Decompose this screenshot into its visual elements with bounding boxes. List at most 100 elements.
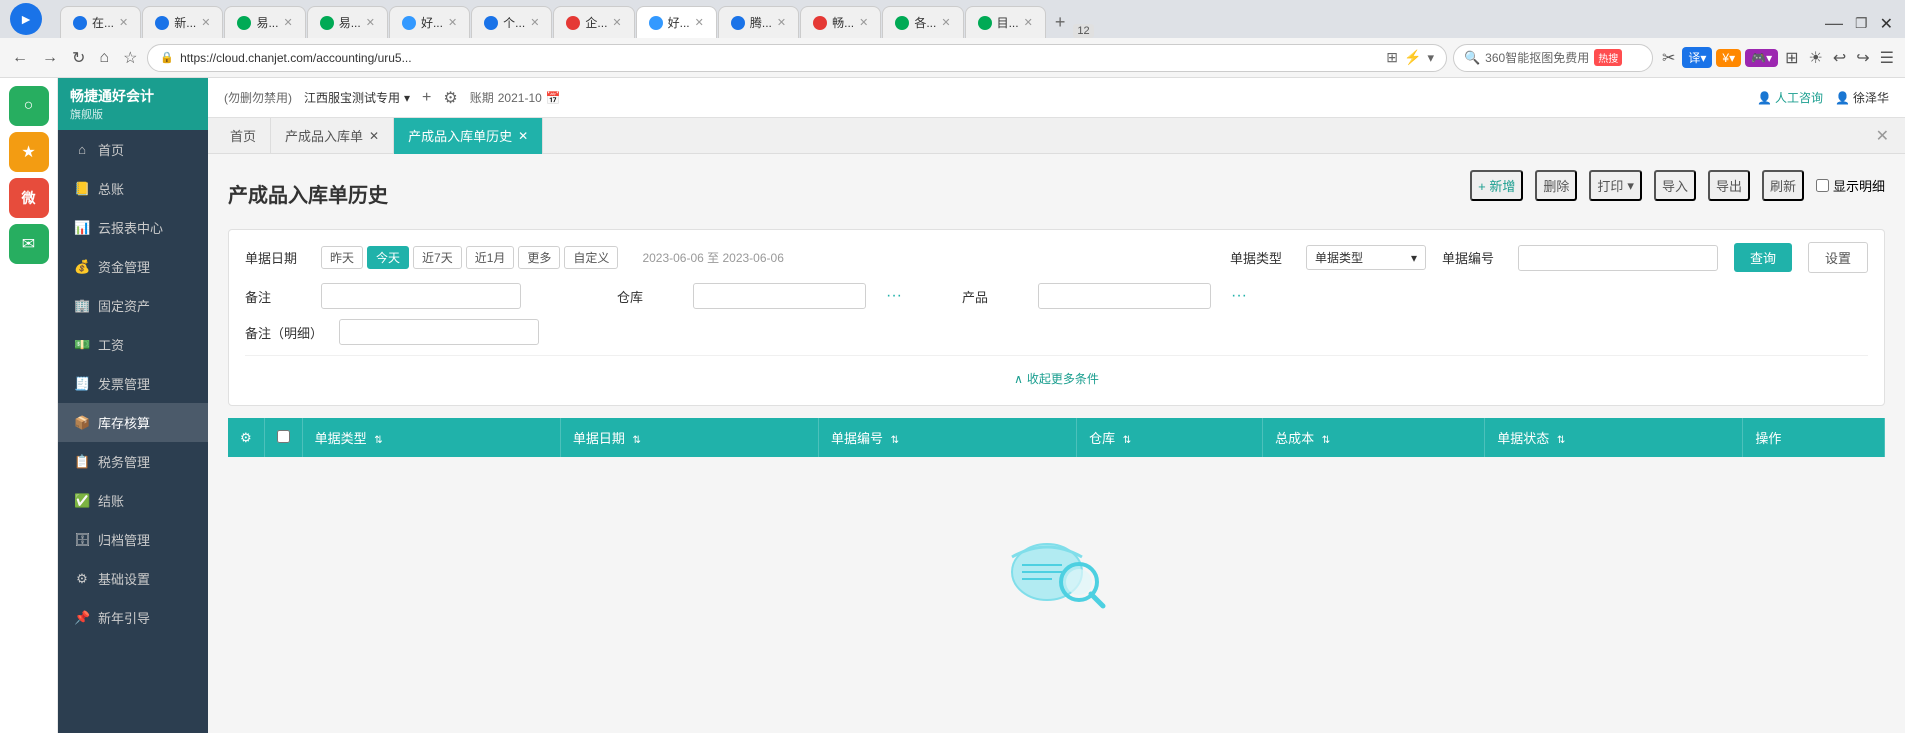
print-button[interactable]: 打印 ▾ (1589, 170, 1642, 201)
home-button[interactable]: ⌂ (95, 45, 113, 71)
game-button[interactable]: 🎮▾ (1745, 49, 1778, 67)
refresh-button[interactable]: ↻ (68, 44, 89, 72)
tab-close-4[interactable]: ✕ (366, 16, 375, 29)
tab-9[interactable]: 腾... ✕ (718, 6, 799, 38)
tab-close-6[interactable]: ✕ (530, 16, 539, 29)
page-tab-home[interactable]: 首页 (216, 118, 271, 154)
tab-10[interactable]: 畅... ✕ (800, 6, 881, 38)
app-icon-weibo[interactable]: 微 (9, 178, 49, 218)
nav-item-base[interactable]: ⚙ 基础设置 (58, 559, 208, 598)
search-bar[interactable]: 🔍 360智能抠图免费用 热搜 (1453, 44, 1653, 72)
filter-setting-button[interactable]: 设置 (1808, 242, 1868, 273)
nav-item-ledger[interactable]: 📒 总账 (58, 169, 208, 208)
address-bar[interactable]: 🔒 https://cloud.chanjet.com/accounting/u… (147, 44, 1447, 72)
th-doc-status[interactable]: 单据状态 ⇅ (1485, 418, 1743, 457)
page-tab-list-close[interactable]: ✕ (369, 129, 379, 143)
new-tab-button[interactable]: + (1047, 6, 1074, 38)
tab-8[interactable]: 好... ✕ (636, 6, 717, 38)
forward-button[interactable]: → (38, 45, 62, 71)
th-warehouse[interactable]: 仓库 ⇅ (1077, 418, 1263, 457)
th-doc-date[interactable]: 单据日期 ⇅ (560, 418, 818, 457)
tab-count-badge[interactable]: 12 (1073, 24, 1093, 38)
tab-close-7[interactable]: ✕ (612, 16, 621, 29)
page-panel-close-button[interactable]: ✕ (1868, 122, 1897, 150)
page-tab-inventory-list[interactable]: 产成品入库单 ✕ (271, 118, 394, 154)
new-button[interactable]: + 新增 (1470, 170, 1523, 201)
th-total-cost[interactable]: 总成本 ⇅ (1263, 418, 1485, 457)
th-checkbox[interactable] (264, 418, 302, 457)
tab-5[interactable]: 好... ✕ (389, 6, 470, 38)
brightness-button[interactable]: ☀ (1806, 45, 1826, 71)
tab-4[interactable]: 易... ✕ (307, 6, 388, 38)
table-select-all-checkbox[interactable] (277, 430, 290, 443)
tab-close-12[interactable]: ✕ (1024, 16, 1033, 29)
tab-close-2[interactable]: ✕ (201, 16, 210, 29)
warehouse-more-icon[interactable]: ··· (882, 287, 906, 305)
topbar-add-button[interactable]: + (422, 89, 431, 107)
date-btn-custom[interactable]: 自定义 (564, 246, 618, 269)
grid-view-button[interactable]: ⊞ (1782, 45, 1801, 71)
translate-button[interactable]: 译▾ (1682, 47, 1712, 68)
nav-item-tax[interactable]: 📋 税务管理 (58, 442, 208, 481)
import-button[interactable]: 导入 (1654, 170, 1696, 201)
th-gear[interactable]: ⚙ (228, 418, 264, 457)
refresh-action-button[interactable]: 刷新 (1762, 170, 1804, 201)
doc-type-select[interactable]: 单据类型 ▾ (1306, 245, 1426, 270)
show-details-toggle[interactable]: 显示明细 (1816, 176, 1885, 195)
forward2-button[interactable]: ↪ (1853, 45, 1872, 71)
tab-6[interactable]: 个... ✕ (471, 6, 552, 38)
page-tab-inventory-history[interactable]: 产成品入库单历史 ✕ (394, 118, 543, 154)
app-icon-green[interactable]: ○ (9, 86, 49, 126)
app-icon-mail[interactable]: ✉ (9, 224, 49, 264)
tab-close-9[interactable]: ✕ (777, 16, 786, 29)
table-gear-icon[interactable]: ⚙ (240, 430, 252, 445)
dropdown-icon[interactable]: ▾ (1427, 50, 1434, 66)
remark-input[interactable] (321, 283, 521, 309)
detail-remark-input[interactable] (339, 319, 539, 345)
nav-item-salary[interactable]: 💵 工资 (58, 325, 208, 364)
tab-2[interactable]: 新... ✕ (142, 6, 223, 38)
browser-logo[interactable]: ► (10, 3, 42, 35)
lightning-icon[interactable]: ⚡ (1404, 49, 1421, 66)
collapse-filter-button[interactable]: ∧ 收起更多条件 (245, 364, 1868, 393)
delete-button[interactable]: 删除 (1535, 170, 1577, 201)
calendar-icon[interactable]: 📅 (546, 91, 561, 105)
page-tab-history-close[interactable]: ✕ (518, 129, 528, 143)
nav-item-invoice[interactable]: 🧾 发票管理 (58, 364, 208, 403)
tab-1[interactable]: 在... ✕ (60, 6, 141, 38)
tab-7[interactable]: 企... ✕ (553, 6, 634, 38)
window-restore-button[interactable]: ❐ (1851, 11, 1872, 36)
query-button[interactable]: 查询 (1734, 243, 1792, 272)
window-minimize-button[interactable]: — (1821, 9, 1847, 38)
topbar-service-btn[interactable]: 👤 人工咨询 (1757, 89, 1823, 106)
export-button[interactable]: 导出 (1708, 170, 1750, 201)
tab-11[interactable]: 各... ✕ (882, 6, 963, 38)
warehouse-input[interactable] (693, 283, 866, 309)
back2-button[interactable]: ↩ (1830, 45, 1849, 71)
back-button[interactable]: ← (8, 45, 32, 71)
yen-button[interactable]: ¥▾ (1716, 49, 1741, 67)
date-btn-yesterday[interactable]: 昨天 (321, 246, 363, 269)
th-doc-type[interactable]: 单据类型 ⇅ (302, 418, 560, 457)
app-icon-star[interactable]: ★ (9, 132, 49, 172)
nav-item-home[interactable]: ⌂ 首页 (58, 130, 208, 169)
date-btn-more[interactable]: 更多 (518, 246, 560, 269)
scissors-button[interactable]: ✂ (1659, 45, 1678, 71)
nav-item-checkout[interactable]: ✅ 结账 (58, 481, 208, 520)
tab-close-10[interactable]: ✕ (859, 16, 868, 29)
date-btn-1month[interactable]: 近1月 (466, 246, 515, 269)
tab-close-3[interactable]: ✕ (283, 16, 292, 29)
topbar-user[interactable]: 👤 徐泽华 (1835, 89, 1889, 106)
th-doc-number[interactable]: 单据编号 ⇅ (818, 418, 1076, 457)
tab-3[interactable]: 易... ✕ (224, 6, 305, 38)
tab-close-5[interactable]: ✕ (448, 16, 457, 29)
nav-item-inventory[interactable]: 📦 库存核算 (58, 403, 208, 442)
tab-close-1[interactable]: ✕ (119, 16, 128, 29)
product-input[interactable] (1038, 283, 1211, 309)
topbar-company[interactable]: 江西服宝测试专用 ▾ (304, 89, 410, 106)
show-details-checkbox[interactable] (1816, 179, 1829, 192)
nav-item-report[interactable]: 📊 云报表中心 (58, 208, 208, 247)
window-close-button[interactable]: ✕ (1876, 10, 1897, 38)
bookmark-button[interactable]: ☆ (119, 44, 141, 72)
tab-12[interactable]: 目... ✕ (965, 6, 1046, 38)
